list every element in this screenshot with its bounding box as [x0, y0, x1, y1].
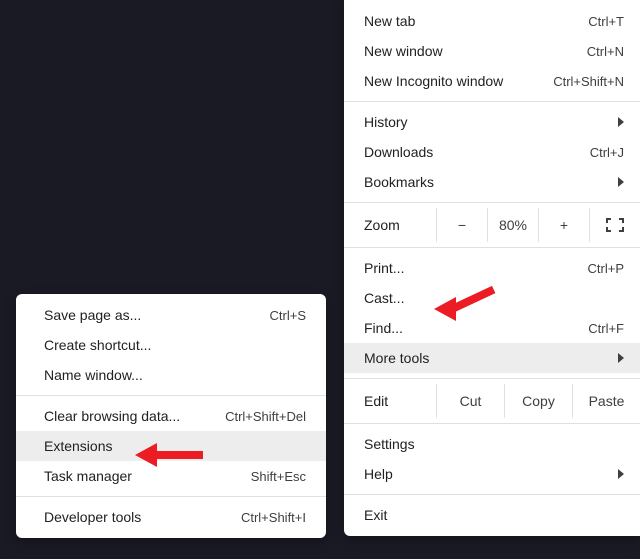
- menu-item-shortcut: Ctrl+S: [270, 308, 306, 323]
- submenu-item-create-shortcut[interactable]: Create shortcut...: [16, 330, 326, 360]
- menu-item-label: Find...: [364, 320, 403, 336]
- menu-item-label: Cast...: [364, 290, 404, 306]
- menu-item-history[interactable]: History: [344, 107, 640, 137]
- chevron-right-icon: [618, 469, 624, 479]
- menu-item-shortcut: Ctrl+Shift+Del: [225, 409, 306, 424]
- separator: [344, 423, 640, 424]
- separator: [344, 378, 640, 379]
- menu-item-label: History: [364, 114, 408, 130]
- zoom-out-button[interactable]: −: [436, 208, 487, 242]
- menu-item-incognito[interactable]: New Incognito window Ctrl+Shift+N: [344, 66, 640, 96]
- menu-item-new-window[interactable]: New window Ctrl+N: [344, 36, 640, 66]
- submenu-item-name-window[interactable]: Name window...: [16, 360, 326, 390]
- menu-item-shortcut: Ctrl+J: [590, 145, 624, 160]
- separator: [344, 101, 640, 102]
- menu-item-label: Settings: [364, 436, 415, 452]
- paste-button[interactable]: Paste: [572, 384, 640, 418]
- menu-item-label: Task manager: [44, 468, 132, 484]
- menu-item-shortcut: Ctrl+Shift+N: [553, 74, 624, 89]
- chrome-main-menu: New tab Ctrl+T New window Ctrl+N New Inc…: [344, 0, 640, 536]
- menu-item-label: More tools: [364, 350, 429, 366]
- submenu-item-task-manager[interactable]: Task manager Shift+Esc: [16, 461, 326, 491]
- menu-item-label: Extensions: [44, 438, 112, 454]
- menu-item-bookmarks[interactable]: Bookmarks: [344, 167, 640, 197]
- separator: [344, 494, 640, 495]
- separator: [344, 247, 640, 248]
- submenu-item-clear-browsing-data[interactable]: Clear browsing data... Ctrl+Shift+Del: [16, 401, 326, 431]
- menu-item-label: Downloads: [364, 144, 433, 160]
- menu-item-label: New Incognito window: [364, 73, 503, 89]
- menu-item-label: Name window...: [44, 367, 143, 383]
- submenu-item-extensions[interactable]: Extensions: [16, 431, 326, 461]
- menu-item-label: Bookmarks: [364, 174, 434, 190]
- submenu-item-save-page-as[interactable]: Save page as... Ctrl+S: [16, 300, 326, 330]
- menu-item-label: New tab: [364, 13, 415, 29]
- zoom-in-button[interactable]: +: [538, 208, 589, 242]
- menu-item-label: Create shortcut...: [44, 337, 151, 353]
- menu-item-label: Print...: [364, 260, 404, 276]
- chevron-right-icon: [618, 353, 624, 363]
- menu-item-label: New window: [364, 43, 443, 59]
- menu-item-label: Help: [364, 466, 393, 482]
- zoom-label: Zoom: [364, 217, 436, 233]
- menu-item-more-tools[interactable]: More tools: [344, 343, 640, 373]
- menu-item-new-tab[interactable]: New tab Ctrl+T: [344, 6, 640, 36]
- menu-item-shortcut: Ctrl+F: [588, 321, 624, 336]
- menu-item-print[interactable]: Print... Ctrl+P: [344, 253, 640, 283]
- chevron-right-icon: [618, 117, 624, 127]
- menu-item-downloads[interactable]: Downloads Ctrl+J: [344, 137, 640, 167]
- zoom-row: Zoom − 80% +: [344, 208, 640, 242]
- edit-label: Edit: [364, 393, 436, 409]
- submenu-item-developer-tools[interactable]: Developer tools Ctrl+Shift+I: [16, 502, 326, 532]
- menu-item-label: Clear browsing data...: [44, 408, 180, 424]
- menu-item-settings[interactable]: Settings: [344, 429, 640, 459]
- menu-item-shortcut: Ctrl+Shift+I: [241, 510, 306, 525]
- menu-item-cast[interactable]: Cast...: [344, 283, 640, 313]
- fullscreen-button[interactable]: [589, 208, 640, 242]
- menu-item-shortcut: Ctrl+P: [588, 261, 624, 276]
- separator: [16, 395, 326, 396]
- separator: [16, 496, 326, 497]
- cut-button[interactable]: Cut: [436, 384, 504, 418]
- menu-item-shortcut: Ctrl+N: [587, 44, 624, 59]
- menu-item-shortcut: Shift+Esc: [251, 469, 306, 484]
- menu-item-find[interactable]: Find... Ctrl+F: [344, 313, 640, 343]
- menu-item-label: Save page as...: [44, 307, 141, 323]
- fullscreen-icon: [606, 218, 624, 232]
- menu-item-help[interactable]: Help: [344, 459, 640, 489]
- menu-item-label: Exit: [364, 507, 387, 523]
- edit-row: Edit Cut Copy Paste: [344, 384, 640, 418]
- more-tools-submenu: Save page as... Ctrl+S Create shortcut..…: [16, 294, 326, 538]
- menu-item-exit[interactable]: Exit: [344, 500, 640, 530]
- separator: [344, 202, 640, 203]
- menu-item-shortcut: Ctrl+T: [588, 14, 624, 29]
- zoom-level: 80%: [487, 208, 538, 242]
- chevron-right-icon: [618, 177, 624, 187]
- copy-button[interactable]: Copy: [504, 384, 572, 418]
- menu-item-label: Developer tools: [44, 509, 141, 525]
